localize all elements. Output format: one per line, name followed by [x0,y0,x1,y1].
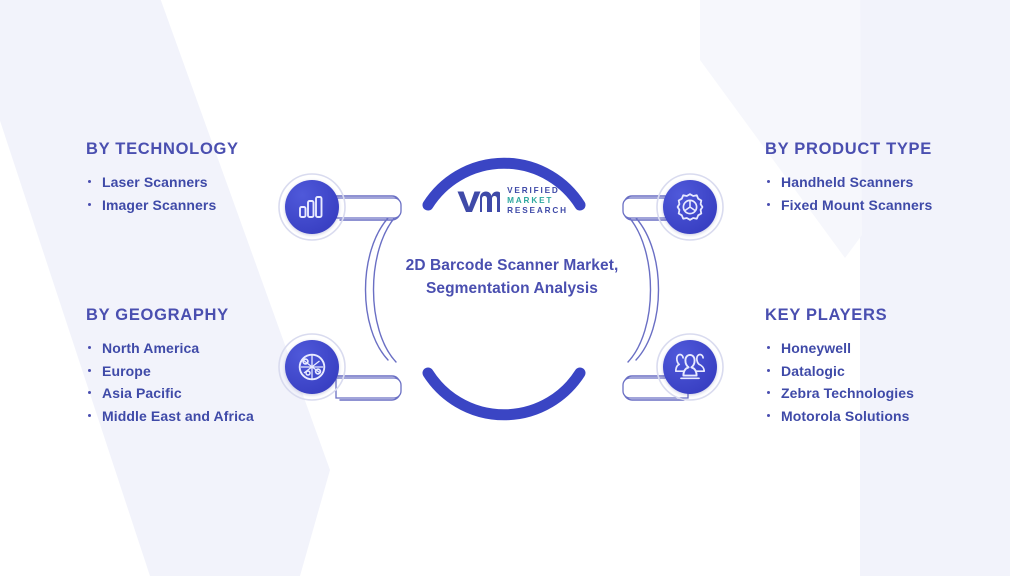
list-item: Europe [86,361,301,382]
section-list-geography: North America Europe Asia Pacific Middle… [86,338,301,426]
list-item: Honeywell [765,338,975,359]
list-item: Handheld Scanners [765,172,975,193]
globe-network-icon [298,353,326,381]
list-item: Asia Pacific [86,383,301,404]
section-list-technology: Laser Scanners Imager Scanners [86,172,301,215]
list-item: Motorola Solutions [765,406,975,427]
list-item: Laser Scanners [86,172,301,193]
node-geography[interactable] [285,340,339,394]
node-technology[interactable] [285,180,339,234]
section-heading-key-players: KEY PLAYERS [765,306,888,324]
section-heading-technology: BY TECHNOLOGY [86,140,239,158]
section-key-players: KEY PLAYERS Honeywell Datalogic Zebra Te… [765,306,975,428]
vmr-monogram-icon [457,191,501,212]
list-item: Datalogic [765,361,975,382]
bar-chart-icon [299,196,323,218]
center-block: VERIFIED MARKET RESEARCH 2D Barcode Scan… [400,150,624,410]
logo-line-verified: VERIFIED [507,186,560,195]
node-product-type[interactable] [663,180,717,234]
section-list-key-players: Honeywell Datalogic Zebra Technologies M… [765,338,975,426]
list-item: Middle East and Africa [86,406,301,427]
section-technology: BY TECHNOLOGY Laser Scanners Imager Scan… [86,140,301,217]
section-geography: BY GEOGRAPHY North America Europe Asia P… [86,306,301,428]
logo-line-market: MARKET [507,196,554,205]
list-item: Imager Scanners [86,195,301,216]
gear-icon [676,193,704,221]
section-heading-geography: BY GEOGRAPHY [86,306,229,324]
people-group-icon [675,353,705,380]
list-item: Fixed Mount Scanners [765,195,975,216]
section-heading-product-type: BY PRODUCT TYPE [765,140,932,158]
logo-line-research: RESEARCH [507,206,568,215]
section-list-product-type: Handheld Scanners Fixed Mount Scanners [765,172,975,215]
list-item: North America [86,338,301,359]
infographic-canvas: VERIFIED MARKET RESEARCH 2D Barcode Scan… [0,0,1024,576]
node-key-players[interactable] [663,340,717,394]
section-product-type: BY PRODUCT TYPE Handheld Scanners Fixed … [765,140,975,217]
center-title: 2D Barcode Scanner Market, Segmentation … [405,257,619,297]
list-item: Zebra Technologies [765,383,975,404]
vmr-logo: VERIFIED MARKET RESEARCH [400,186,624,216]
